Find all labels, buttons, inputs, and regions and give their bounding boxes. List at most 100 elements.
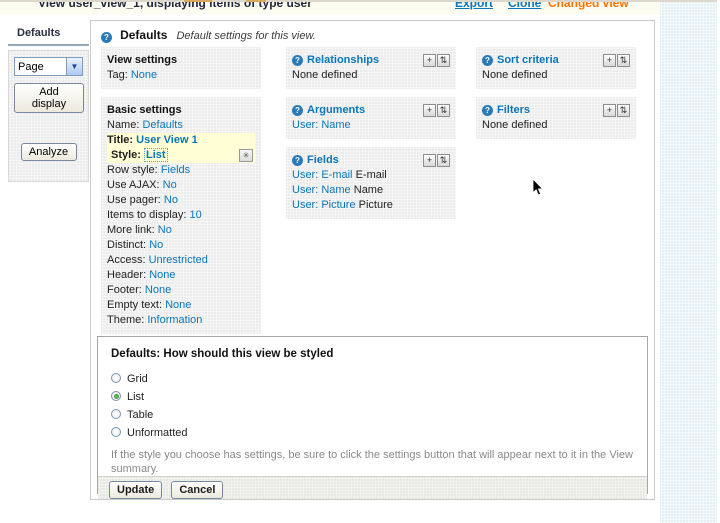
sort-criteria-box: ? Sort criteria + ⇅ None defined [476,47,636,89]
help-icon[interactable]: ? [482,55,493,66]
display-controls-panel: Page ▼ Add display Analyze [8,50,89,182]
setting-row-name: Name: Defaults [107,118,255,133]
name-link[interactable]: Defaults [142,119,182,131]
use-pager-link[interactable]: No [164,194,178,206]
radio-icon[interactable] [111,373,121,383]
display-type-select[interactable]: Page ▼ [14,57,83,76]
style-form: Defaults: How should this view be styled… [97,336,648,494]
setting-row-theme: Theme: Information [107,313,255,328]
style-form-help: If the style you choose has settings, be… [111,448,634,476]
cancel-button[interactable]: Cancel [171,481,223,499]
tag-link[interactable]: None [131,69,157,81]
display-settings-title: Defaults [120,28,167,42]
setting-row-header: Header: None [107,268,255,283]
sort-criteria-empty: None defined [482,68,630,83]
empty-text-link[interactable]: None [165,299,191,311]
access-link[interactable]: Unrestricted [149,254,208,266]
field-link[interactable]: User: E-mail [292,169,353,181]
title-link[interactable]: User View 1 [136,134,198,146]
arguments-box: ? Arguments + ⇅ User: Name [286,97,456,139]
help-icon[interactable]: ? [482,105,493,116]
clone-link[interactable]: Clone [508,2,541,10]
style-option-list[interactable]: List [111,388,634,406]
rearrange-icon[interactable]: ⇅ [617,104,630,117]
theme-link[interactable]: Information [147,314,202,326]
radio-icon[interactable] [111,427,121,437]
setting-row-style: Style: List ✳ [107,148,255,163]
relationships-title-link[interactable]: Relationships [307,54,422,66]
fields-title-link[interactable]: Fields [307,154,422,166]
setting-row-tag: Tag: None [107,68,255,83]
relationships-empty: None defined [292,68,450,83]
radio-icon[interactable] [111,409,121,419]
footer-link[interactable]: None [145,284,171,296]
radio-icon[interactable] [111,391,121,401]
field-item: User: Picture Picture [292,198,450,213]
more-link-link[interactable]: No [158,224,172,236]
settings-columns: View settings Tag: None Basic settings N… [91,47,654,334]
help-icon[interactable]: ? [292,55,303,66]
display-type-value: Page [15,61,66,73]
header-link[interactable]: None [149,269,175,281]
rearrange-icon[interactable]: ⇅ [617,54,630,67]
rearrange-icon[interactable]: ⇅ [437,104,450,117]
filters-title-link[interactable]: Filters [497,104,602,116]
setting-row-empty-text: Empty text: None [107,298,255,313]
style-option-unformatted[interactable]: Unformatted [111,424,634,442]
style-link[interactable]: List [144,148,168,162]
view-title: View user_view_1, displaying items of ty… [38,2,312,10]
settings-column-3: ? Sort criteria + ⇅ None defined ? Filte… [476,47,636,147]
tab-underline [8,44,89,46]
page-background-panel [660,2,717,523]
add-icon[interactable]: + [423,54,436,67]
arguments-title-link[interactable]: Arguments [307,104,422,116]
filters-box: ? Filters + ⇅ None defined [476,97,636,139]
rearrange-icon[interactable]: ⇅ [437,154,450,167]
views-ui-page: View user_view_1, displaying items of ty… [0,0,720,523]
filters-empty: None defined [482,118,630,133]
setting-row-ajax: Use AJAX: No [107,178,255,193]
rearrange-icon[interactable]: ⇅ [437,54,450,67]
field-link[interactable]: User: Picture [292,199,356,211]
display-settings-header: ? Defaults Default settings for this vie… [91,21,654,47]
settings-column-2: ? Relationships + ⇅ None defined ? Argum… [286,47,456,227]
display-sidebar: Defaults Page ▼ Add display Analyze [8,22,89,182]
view-title-bar: View user_view_1, displaying items of ty… [0,2,660,14]
add-icon[interactable]: + [423,154,436,167]
setting-row-title: Title: User View 1 [107,133,255,148]
gear-icon[interactable]: ✳ [239,149,253,162]
setting-row-items: Items to display: 10 [107,208,255,223]
items-to-display-link[interactable]: 10 [190,209,202,221]
changed-view-marker: Changed view [548,2,629,10]
row-style-link[interactable]: Fields [161,164,190,176]
help-icon[interactable]: ? [292,155,303,166]
relationships-box: ? Relationships + ⇅ None defined [286,47,456,89]
add-display-button[interactable]: Add display [14,83,84,113]
style-form-heading: Defaults: How should this view be styled [111,348,634,360]
setting-row-more-link: More link: No [107,223,255,238]
distinct-link[interactable]: No [149,239,163,251]
style-option-grid[interactable]: Grid [111,370,634,388]
help-icon[interactable]: ? [292,105,303,116]
style-form-content: Defaults: How should this view be styled… [98,337,647,476]
add-icon[interactable]: + [603,54,616,67]
add-icon[interactable]: + [423,104,436,117]
settings-column-1: View settings Tag: None Basic settings N… [101,47,261,342]
basic-settings-title: Basic settings [107,104,255,116]
style-option-table[interactable]: Table [111,406,634,424]
field-item: User: Name Name [292,183,450,198]
basic-settings-box: Basic settings Name: Defaults Title: Use… [101,97,261,334]
sort-criteria-title-link[interactable]: Sort criteria [497,54,602,66]
analyze-button[interactable]: Analyze [21,143,77,161]
chevron-down-icon[interactable]: ▼ [66,58,82,75]
export-link[interactable]: Export [455,2,493,10]
argument-link[interactable]: User: Name [292,119,351,131]
add-icon[interactable]: + [603,104,616,117]
field-link[interactable]: User: Name [292,184,351,196]
tab-defaults[interactable]: Defaults [8,22,89,44]
help-icon[interactable]: ? [101,32,112,43]
view-settings-title: View settings [107,54,255,66]
use-ajax-link[interactable]: No [163,179,177,191]
argument-item: User: Name [292,118,450,133]
update-button[interactable]: Update [109,481,162,499]
